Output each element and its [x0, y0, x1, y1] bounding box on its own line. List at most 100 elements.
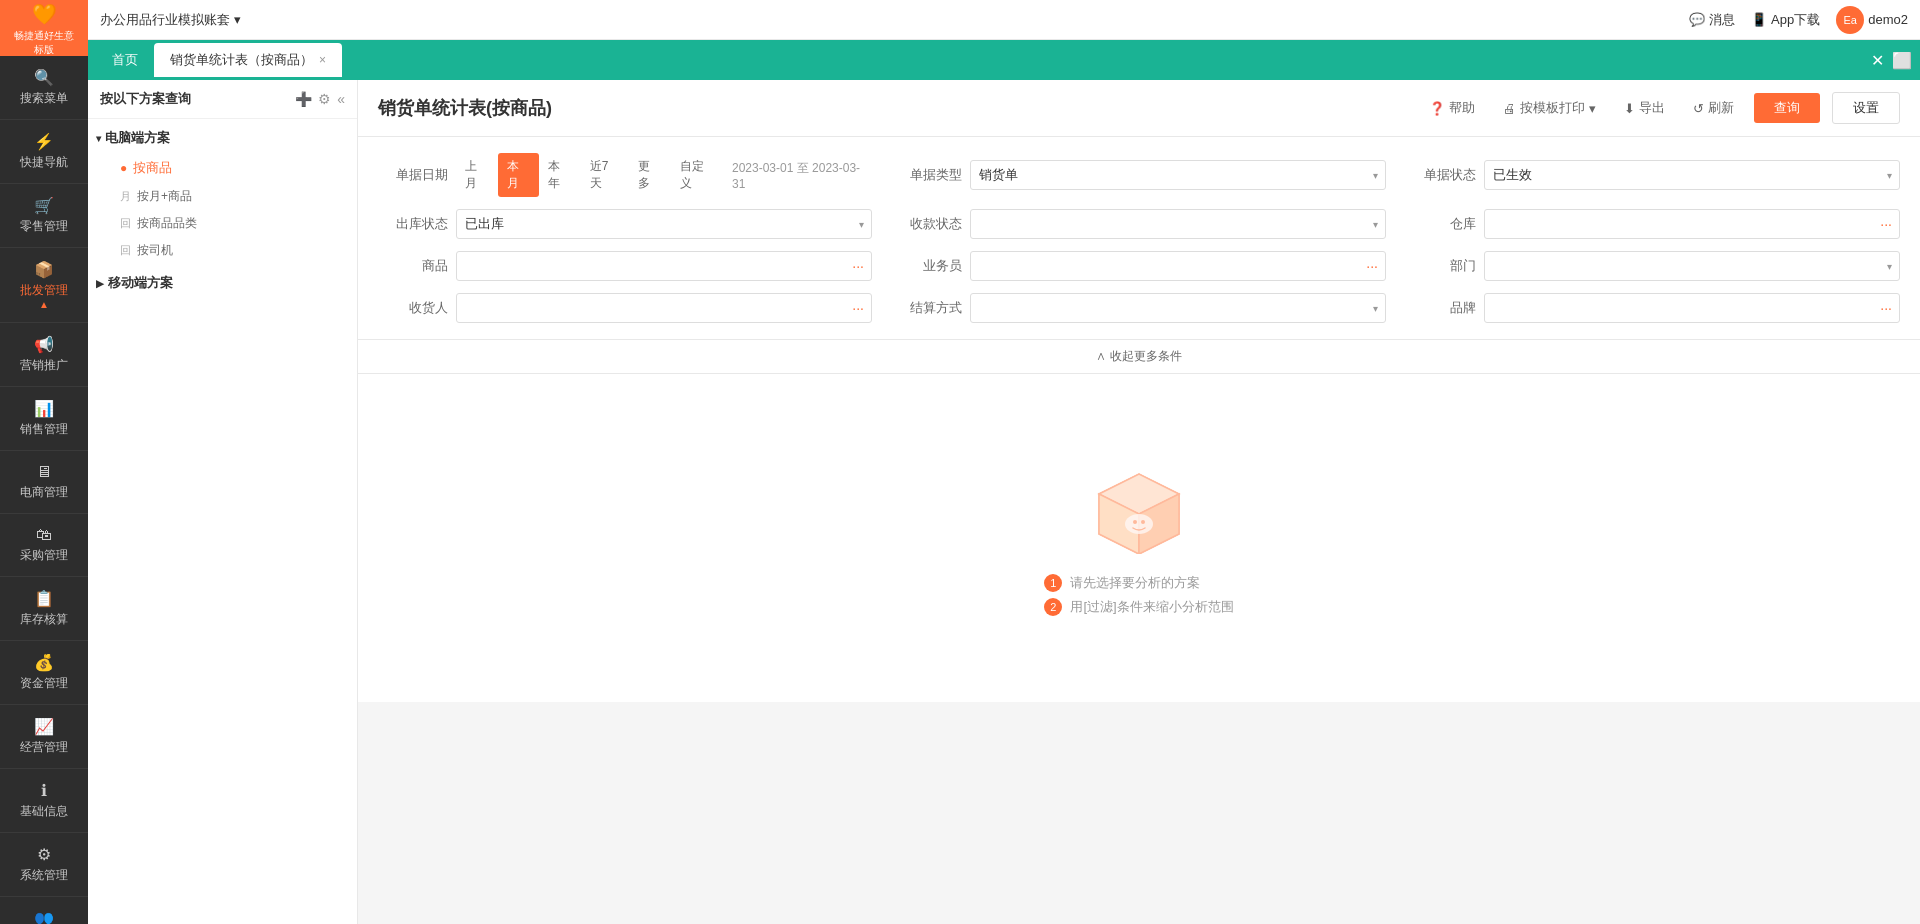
date-tag-lastmonth[interactable]: 上月: [456, 153, 498, 197]
topbar-left: 办公用品行业模拟账套 ▾: [100, 11, 241, 29]
filter-row-3: 商品 ··· 业务员 ···: [378, 251, 1900, 281]
quicknav-icon: ⚡: [4, 132, 84, 151]
goods-dots-icon[interactable]: ···: [852, 258, 864, 274]
filter-row-2: 出库状态 ▾ 收款状态 ▾: [378, 209, 1900, 239]
sidebar-item-label: 营销推广: [4, 357, 84, 374]
tree-item-by-category[interactable]: 回 按商品品类: [108, 210, 357, 237]
filter-receipt-status: 收款状态 ▾: [892, 209, 1386, 239]
add-scheme-btn[interactable]: ➕: [295, 91, 312, 107]
app-download-btn[interactable]: 📱 App下载: [1751, 11, 1820, 29]
left-panel-title: 按以下方案查询: [100, 90, 191, 108]
export-btn[interactable]: ⬇ 导出: [1616, 95, 1673, 121]
window-close-btn[interactable]: ✕: [1871, 51, 1884, 70]
receipt-status-input[interactable]: [970, 209, 1386, 239]
sidebar-item-basic-info[interactable]: ℹ 基础信息: [0, 769, 88, 833]
warehouse-label: 仓库: [1406, 215, 1476, 233]
tree-mobile-section[interactable]: ▶ 移动端方案: [88, 268, 357, 298]
salesperson-label: 业务员: [892, 257, 962, 275]
edit-scheme-btn[interactable]: ⚙: [318, 91, 331, 107]
tree-item-by-month-product[interactable]: 月 按月+商品: [108, 183, 357, 210]
department-input[interactable]: [1484, 251, 1900, 281]
doc-type-input[interactable]: [970, 160, 1386, 190]
brand-input[interactable]: [1484, 293, 1900, 323]
sidebar-item-ecommerce[interactable]: 🖥 电商管理: [0, 451, 88, 514]
collapse-panel-btn[interactable]: «: [337, 91, 345, 107]
date-tag-thismonth[interactable]: 本月: [498, 153, 540, 197]
month-product-icon: 月: [120, 189, 131, 204]
collapse-more-btn[interactable]: ∧ 收起更多条件: [358, 340, 1920, 374]
out-status-input[interactable]: [456, 209, 872, 239]
sidebar-item-retail[interactable]: 🛒 零售管理: [0, 184, 88, 248]
step-2-text: 用[过滤]条件来缩小分析范围: [1070, 598, 1233, 616]
app-download-label: App下载: [1771, 11, 1820, 29]
date-tag-custom[interactable]: 自定义: [671, 153, 724, 197]
refresh-icon: ↺: [1693, 101, 1704, 116]
tab-close-icon[interactable]: ×: [319, 53, 326, 67]
tree-item-by-driver[interactable]: 回 按司机: [108, 237, 357, 264]
payment-input[interactable]: [970, 293, 1386, 323]
salesperson-dots-icon[interactable]: ···: [1366, 258, 1378, 274]
date-tag-thisyear[interactable]: 本年: [539, 153, 581, 197]
warehouse-control: ···: [1484, 209, 1900, 239]
receipt-status-label: 收款状态: [892, 215, 962, 233]
print-btn[interactable]: 🖨 按模板打印 ▾: [1495, 95, 1604, 121]
collapse-label: ∧ 收起更多条件: [1096, 349, 1181, 363]
left-panel: 按以下方案查询 ➕ ⚙ « ▾ 电脑端方案 ● 按商品: [88, 80, 358, 924]
user-name: demo2: [1868, 12, 1908, 27]
message-btn[interactable]: 💬 消息: [1689, 11, 1735, 29]
sidebar-item-search[interactable]: 🔍 搜索菜单: [0, 56, 88, 120]
date-tag-more[interactable]: 更多: [629, 153, 671, 197]
date-tag-7days[interactable]: 近7天: [581, 153, 629, 197]
tree-desktop-section[interactable]: ▾ 电脑端方案: [88, 123, 357, 153]
sidebar-item-sales[interactable]: 📊 销售管理: [0, 387, 88, 451]
date-label: 单据日期: [378, 166, 448, 184]
step-2-num: 2: [1044, 598, 1062, 616]
user-menu[interactable]: Ea demo2: [1836, 6, 1908, 34]
empty-illustration: [1079, 454, 1199, 554]
receiver-label: 收货人: [378, 299, 448, 317]
tab-home[interactable]: 首页: [96, 43, 154, 77]
sidebar-item-inventory[interactable]: 📋 库存核算: [0, 577, 88, 641]
receiver-dots-icon[interactable]: ···: [852, 300, 864, 316]
sidebar-item-quicknav[interactable]: ⚡ 快捷导航: [0, 120, 88, 184]
tree-item-by-product[interactable]: ● 按商品: [108, 153, 357, 183]
tab-sales-report[interactable]: 销货单统计表（按商品） ×: [154, 43, 342, 77]
window-maximize-btn[interactable]: ⬜: [1892, 51, 1912, 70]
tabbar-actions: ✕ ⬜: [1871, 51, 1912, 70]
warehouse-input[interactable]: [1484, 209, 1900, 239]
print-arrow-icon: ▾: [1589, 101, 1596, 116]
svg-point-6: [1141, 520, 1145, 524]
wholesale-icon: 📦: [4, 260, 84, 279]
sidebar-item-finance[interactable]: 💰 资金管理: [0, 641, 88, 705]
inventory-icon: 📋: [4, 589, 84, 608]
retail-icon: 🛒: [4, 196, 84, 215]
message-label: 消息: [1709, 11, 1735, 29]
sidebar-item-label: 库存核算: [4, 611, 84, 628]
sidebar-item-marketing[interactable]: 📢 营销推广: [0, 323, 88, 387]
receiver-input[interactable]: [456, 293, 872, 323]
sidebar-item-label: 基础信息: [4, 803, 84, 820]
sidebar-item-operations[interactable]: 📈 经营管理: [0, 705, 88, 769]
doc-status-input[interactable]: [1484, 160, 1900, 190]
goods-input[interactable]: [456, 251, 872, 281]
salesperson-input[interactable]: [970, 251, 1386, 281]
sidebar-item-system[interactable]: ⚙ 系统管理: [0, 833, 88, 897]
settings-button[interactable]: 设置: [1832, 92, 1900, 124]
sidebar-item-purchase[interactable]: 🛍 采购管理: [0, 514, 88, 577]
brand-dots-icon[interactable]: ···: [1880, 300, 1892, 316]
filter-salesperson: 业务员 ···: [892, 251, 1386, 281]
logo: 🧡 畅捷通好生意 标版: [0, 0, 88, 56]
brand-control: ···: [1484, 293, 1900, 323]
doc-type-label: 单据类型: [892, 166, 962, 184]
help-btn[interactable]: ❓ 帮助: [1421, 95, 1483, 121]
driver-icon: 回: [120, 243, 131, 258]
query-button[interactable]: 查询: [1754, 93, 1820, 123]
sidebar-item-collab[interactable]: 👥 企业协同: [0, 897, 88, 924]
sidebar-item-wholesale[interactable]: 📦 批发管理 ▲: [0, 248, 88, 323]
filter-out-status: 出库状态 ▾: [378, 209, 872, 239]
filter-section: 单据日期 上月 本月 本年 近7天 更多 自定义 2023-03-01 至 20…: [358, 137, 1920, 340]
warehouse-dots-icon[interactable]: ···: [1880, 216, 1892, 232]
refresh-btn[interactable]: ↺ 刷新: [1685, 95, 1742, 121]
search-icon: 🔍: [4, 68, 84, 87]
industry-selector[interactable]: 办公用品行业模拟账套 ▾: [100, 11, 241, 29]
